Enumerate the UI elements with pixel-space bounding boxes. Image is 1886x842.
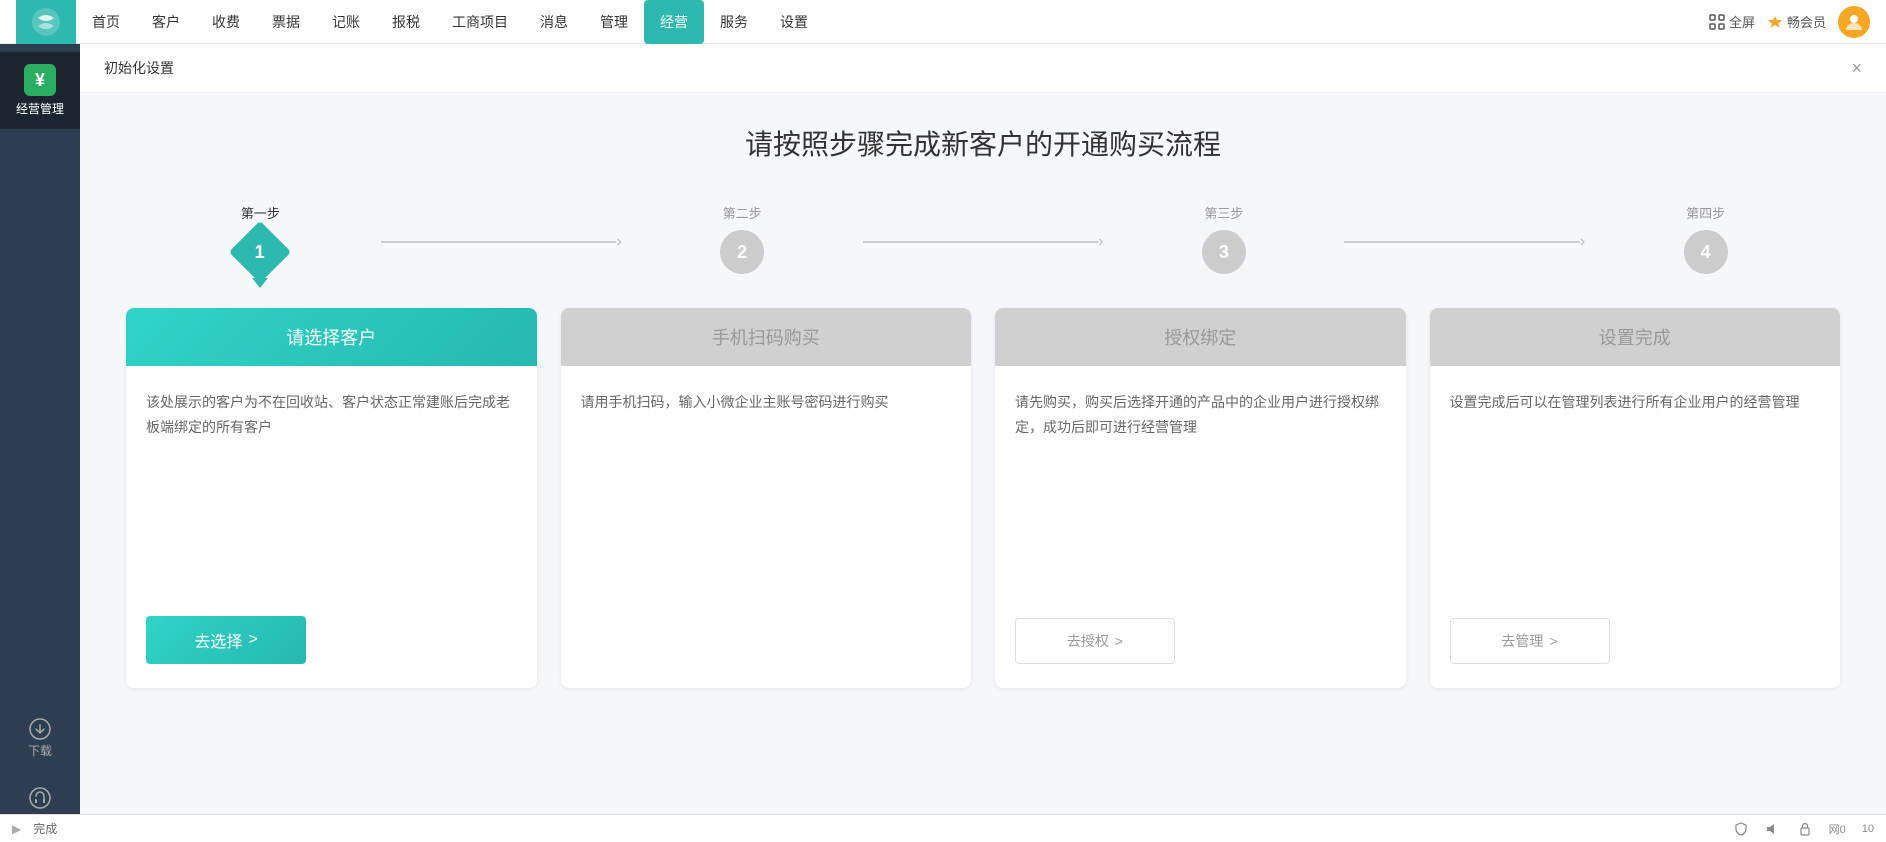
step-4-indicator: 第四步 4 (1585, 203, 1826, 274)
nav-invoice[interactable]: 票据 (256, 0, 316, 44)
card-4-footer: 去管理 > (1430, 602, 1841, 688)
nav-home[interactable]: 首页 (76, 0, 136, 44)
sidebar-download-label: 下载 (28, 742, 52, 759)
card-2-body: 请用手机扫码，输入小微企业主账号密码进行购买 (561, 366, 972, 648)
step-1-circle: 1 (229, 221, 291, 283)
cards-row: 请选择客户 该处展示的客户为不在回收站、客户状态正常建账后完成老板端绑定的所有客… (120, 308, 1846, 688)
status-text: 完成 (33, 820, 57, 837)
step-1-indicator: 第一步 1 (140, 203, 381, 288)
card-1-header: 请选择客户 (126, 308, 537, 366)
lock-icon (1797, 821, 1813, 837)
main-layout: ¥ 经营管理 下载 客服 初始化设置 × 请按照步骤完成新客户的开通购买流程 (0, 44, 1886, 842)
go-manage-arrow: > (1549, 633, 1557, 649)
step-card-1: 请选择客户 该处展示的客户为不在回收站、客户状态正常建账后完成老板端绑定的所有客… (126, 308, 537, 688)
step-1-label: 第一步 (241, 203, 280, 222)
sidebar-download[interactable]: 下载 (0, 704, 80, 773)
logo (16, 0, 76, 44)
step-2-label: 第二步 (723, 203, 762, 222)
nav-business[interactable]: 工商项目 (436, 0, 524, 44)
step-4-label: 第四步 (1686, 203, 1725, 222)
user-avatar[interactable] (1838, 6, 1870, 38)
wizard-title: 请按照步骤完成新客户的开通购买流程 (120, 123, 1846, 163)
step-card-3: 授权绑定 请先购买，购买后选择开通的产品中的企业用户进行授权绑定，成功后即可进行… (995, 308, 1406, 688)
go-authorize-arrow: > (1115, 633, 1123, 649)
step-2-circle: 2 (720, 230, 764, 274)
card-4-header: 设置完成 (1430, 308, 1841, 366)
sidebar: ¥ 经营管理 下载 客服 (0, 44, 80, 842)
breadcrumb-bar: 初始化设置 × (80, 44, 1886, 93)
volume-icon (1765, 821, 1781, 837)
fullscreen-label: 全屏 (1729, 12, 1755, 31)
connector-3-4: › (1344, 233, 1585, 251)
status-bar: ▶ 完成 网0 10 (0, 814, 1886, 842)
card-1-body: 该处展示的客户为不在回收站、客户状态正常建账后完成老板端绑定的所有客户 (126, 366, 537, 600)
go-manage-label: 去管理 (1501, 631, 1543, 651)
nav-settings[interactable]: 设置 (764, 0, 824, 44)
step-3-label: 第三步 (1204, 203, 1243, 222)
step-card-2: 手机扫码购买 请用手机扫码，输入小微企业主账号密码进行购买 (561, 308, 972, 688)
card-2-footer (561, 648, 972, 688)
sidebar-item-operation[interactable]: ¥ 经营管理 (0, 52, 80, 129)
go-select-label: 去选择 (194, 628, 242, 652)
card-4-body: 设置完成后可以在管理列表进行所有企业用户的经营管理 (1430, 366, 1841, 602)
go-select-button[interactable]: 去选择 > (146, 616, 306, 664)
go-authorize-button[interactable]: 去授权 > (1015, 618, 1175, 664)
play-button[interactable]: ▶ (12, 822, 21, 836)
shield-icon (1733, 821, 1749, 837)
nav-operation[interactable]: 经营 (644, 0, 704, 44)
card-3-body: 请先购买，购买后选择开通的产品中的企业用户进行授权绑定，成功后即可进行经营管理 (995, 366, 1406, 602)
vip-button[interactable]: 畅会员 (1767, 12, 1826, 31)
card-2-header: 手机扫码购买 (561, 308, 972, 366)
step-3-indicator: 第三步 3 (1103, 203, 1344, 274)
connector-1-2: › (381, 233, 622, 251)
nav-right: 全屏 畅会员 (1709, 6, 1870, 38)
main-content: 初始化设置 × 请按照步骤完成新客户的开通购买流程 第一步 1 (80, 44, 1886, 842)
top-navigation: 首页 客户 收费 票据 记账 报税 工商项目 消息 管理 经营 服务 设置 全屏… (0, 0, 1886, 44)
nav-items: 首页 客户 收费 票据 记账 报税 工商项目 消息 管理 经营 服务 设置 (76, 0, 1709, 43)
card-3-footer: 去授权 > (995, 602, 1406, 688)
vip-label: 畅会员 (1787, 12, 1826, 31)
step-4-circle: 4 (1684, 230, 1728, 274)
nav-customer[interactable]: 客户 (136, 0, 196, 44)
nav-manage[interactable]: 管理 (584, 0, 644, 44)
step-card-4: 设置完成 设置完成后可以在管理列表进行所有企业用户的经营管理 去管理 > (1430, 308, 1841, 688)
card-1-footer: 去选择 > (126, 600, 537, 688)
connector-2-3: › (863, 233, 1104, 251)
wizard-area: 请按照步骤完成新客户的开通购买流程 第一步 1 (80, 93, 1886, 718)
go-select-arrow: > (248, 631, 257, 649)
step-3-circle: 3 (1202, 230, 1246, 274)
operation-icon: ¥ (24, 64, 56, 96)
nav-accounting[interactable]: 记账 (316, 0, 376, 44)
yen-icon: ¥ (35, 70, 45, 91)
breadcrumb: 初始化设置 (104, 58, 174, 78)
card-3-header: 授权绑定 (995, 308, 1406, 366)
close-button[interactable]: × (1851, 59, 1862, 77)
sidebar-operation-label: 经营管理 (16, 100, 64, 117)
clock-status: 10 (1862, 823, 1874, 835)
nav-tax[interactable]: 报税 (376, 0, 436, 44)
network-status: 网0 (1829, 821, 1846, 837)
nav-message[interactable]: 消息 (524, 0, 584, 44)
nav-fee[interactable]: 收费 (196, 0, 256, 44)
nav-service[interactable]: 服务 (704, 0, 764, 44)
go-manage-button[interactable]: 去管理 > (1450, 618, 1610, 664)
step-2-indicator: 第二步 2 (622, 203, 863, 274)
status-bar-right: 网0 10 (1733, 821, 1874, 837)
fullscreen-button[interactable]: 全屏 (1709, 12, 1755, 31)
go-authorize-label: 去授权 (1067, 631, 1109, 651)
